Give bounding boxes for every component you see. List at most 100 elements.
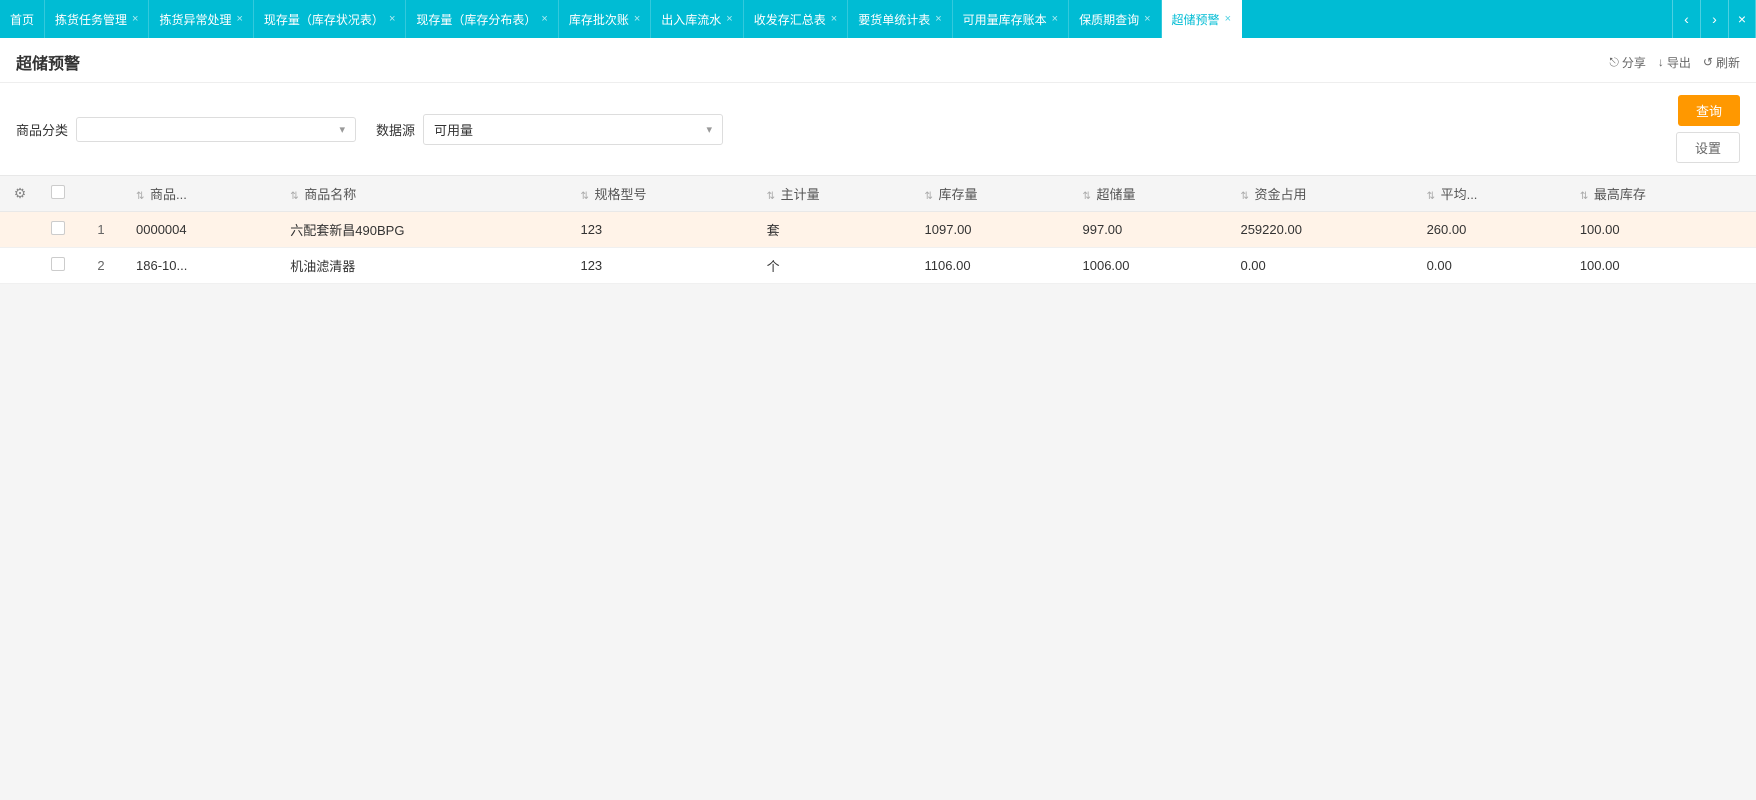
td-overstock: 1006.00	[1073, 248, 1231, 284]
th-unit[interactable]: ⇅ 主计量	[757, 176, 915, 212]
sort-icon: ⇅	[290, 191, 298, 202]
settings-button[interactable]: 设置	[1676, 132, 1740, 163]
td-index: 2	[76, 248, 126, 284]
nav-expand-arrow[interactable]: ×	[1728, 0, 1756, 38]
th-index	[76, 176, 126, 212]
table-row: 2 186-10... 机油滤清器 123 个 1106.0	[0, 248, 1756, 284]
header-actions: ⎋ 分享 ↓ 导出 ↺ 刷新	[1609, 54, 1740, 71]
row-checkbox[interactable]	[51, 221, 65, 235]
filter-right-buttons: 查询 设置	[1676, 95, 1740, 163]
overstock-table: ⚙ ⇅ 商品... ⇅ 商品名称 ⇅	[0, 175, 1756, 284]
nav-tab-overstock[interactable]: 超储预警 ×	[1162, 0, 1242, 38]
close-icon[interactable]: ×	[389, 13, 395, 25]
row-checkbox[interactable]	[51, 257, 65, 271]
share-icon: ⎋	[1609, 55, 1619, 70]
datasource-value: 可用量	[434, 120, 473, 139]
nav-tab-summary[interactable]: 收发存汇总表 ×	[744, 0, 848, 38]
nav-tab-requisition[interactable]: 要货单统计表 ×	[848, 0, 952, 38]
nav-tab-flow[interactable]: 出入库流水 ×	[651, 0, 743, 38]
datasource-label: 数据源	[376, 120, 415, 139]
page-header: 超储预警 ⎋ 分享 ↓ 导出 ↺ 刷新	[0, 38, 1756, 83]
td-spec: 123	[570, 248, 756, 284]
td-avg: 260.00	[1417, 212, 1570, 248]
nav-tab-available[interactable]: 可用量库存账本 ×	[953, 0, 1069, 38]
sort-icon: ⇅	[136, 191, 144, 202]
nav-tab-stock-status[interactable]: 现存量（库存状况表） ×	[254, 0, 406, 38]
chevron-down-icon: ▾	[339, 123, 345, 136]
td-stock: 1097.00	[915, 212, 1073, 248]
sort-icon: ⇅	[925, 191, 933, 202]
th-settings: ⚙	[0, 176, 40, 212]
category-select[interactable]: ▾	[76, 117, 356, 142]
td-product-code: 0000004	[126, 212, 280, 248]
td-index: 1	[76, 212, 126, 248]
sort-icon: ⇅	[767, 191, 775, 202]
nav-tab-home[interactable]: 首页	[0, 0, 45, 38]
chevron-down-icon: ▾	[707, 123, 713, 136]
td-product-name: 机油滤清器	[280, 248, 570, 284]
th-stock[interactable]: ⇅ 库存量	[915, 176, 1073, 212]
td-checkbox	[40, 248, 76, 284]
th-capital[interactable]: ⇅ 资金占用	[1230, 176, 1416, 212]
close-icon[interactable]: ×	[1052, 13, 1058, 25]
query-button[interactable]: 查询	[1678, 95, 1740, 126]
category-filter-group: 商品分类 ▾	[16, 117, 356, 142]
table-header-row: ⚙ ⇅ 商品... ⇅ 商品名称 ⇅	[0, 176, 1756, 212]
page-title: 超储预警	[16, 50, 80, 74]
nav-tab-expiry[interactable]: 保质期查询 ×	[1069, 0, 1161, 38]
sort-icon: ⇅	[1240, 191, 1248, 202]
sort-icon: ⇅	[1580, 191, 1588, 202]
td-gear	[0, 248, 40, 284]
th-max-stock[interactable]: ⇅ 最高库存	[1570, 176, 1756, 212]
filter-area: 商品分类 ▾ 数据源 可用量 ▾ 查询 设置	[0, 83, 1756, 175]
close-icon[interactable]: ×	[132, 13, 138, 25]
th-product-code[interactable]: ⇅ 商品...	[126, 176, 280, 212]
close-icon[interactable]: ×	[726, 13, 732, 25]
td-avg: 0.00	[1417, 248, 1570, 284]
header-checkbox[interactable]	[51, 185, 65, 199]
export-icon: ↓	[1658, 55, 1664, 69]
sort-icon: ⇅	[1083, 191, 1091, 202]
sort-icon: ⇅	[1427, 191, 1435, 202]
top-navigation: 首页 拣货任务管理 × 拣货异常处理 × 现存量（库存状况表） × 现存量（库存…	[0, 0, 1756, 38]
close-icon[interactable]: ×	[634, 13, 640, 25]
table-wrapper: ⚙ ⇅ 商品... ⇅ 商品名称 ⇅	[0, 175, 1756, 284]
close-icon[interactable]: ×	[541, 13, 547, 25]
nav-tab-exception[interactable]: 拣货异常处理 ×	[149, 0, 253, 38]
refresh-button[interactable]: ↺ 刷新	[1703, 54, 1740, 71]
th-spec[interactable]: ⇅ 规格型号	[570, 176, 756, 212]
td-checkbox	[40, 212, 76, 248]
td-capital: 259220.00	[1230, 212, 1416, 248]
export-button[interactable]: ↓ 导出	[1658, 54, 1691, 71]
td-overstock: 997.00	[1073, 212, 1231, 248]
gear-icon[interactable]: ⚙	[14, 185, 27, 201]
nav-tab-task[interactable]: 拣货任务管理 ×	[45, 0, 149, 38]
close-icon[interactable]: ×	[236, 13, 242, 25]
th-overstock[interactable]: ⇅ 超储量	[1073, 176, 1231, 212]
table-row: 1 0000004 六配套新昌490BPG 123 套 10	[0, 212, 1756, 248]
td-unit: 套	[757, 212, 915, 248]
th-avg[interactable]: ⇅ 平均...	[1417, 176, 1570, 212]
nav-left-arrow[interactable]: ‹	[1672, 0, 1700, 38]
close-icon[interactable]: ×	[831, 13, 837, 25]
td-max-stock: 100.00	[1570, 248, 1756, 284]
datasource-filter-group: 数据源 可用量 ▾	[376, 114, 723, 145]
td-unit: 个	[757, 248, 915, 284]
close-icon[interactable]: ×	[935, 13, 941, 25]
td-spec: 123	[570, 212, 756, 248]
nav-tab-batch[interactable]: 库存批次账 ×	[559, 0, 651, 38]
nav-tab-stock-dist[interactable]: 现存量（库存分布表） ×	[406, 0, 558, 38]
td-product-code: 186-10...	[126, 248, 280, 284]
page-content: 超储预警 ⎋ 分享 ↓ 导出 ↺ 刷新 商品分类 ▾ 数据源	[0, 38, 1756, 284]
td-product-name: 六配套新昌490BPG	[280, 212, 570, 248]
td-stock: 1106.00	[915, 248, 1073, 284]
th-product-name[interactable]: ⇅ 商品名称	[280, 176, 570, 212]
datasource-select[interactable]: 可用量 ▾	[423, 114, 723, 145]
nav-right-arrow[interactable]: ›	[1700, 0, 1728, 38]
share-button[interactable]: ⎋ 分享	[1609, 54, 1646, 71]
td-capital: 0.00	[1230, 248, 1416, 284]
td-max-stock: 100.00	[1570, 212, 1756, 248]
close-icon[interactable]: ×	[1144, 13, 1150, 25]
close-icon[interactable]: ×	[1225, 13, 1231, 25]
sort-icon: ⇅	[580, 191, 588, 202]
